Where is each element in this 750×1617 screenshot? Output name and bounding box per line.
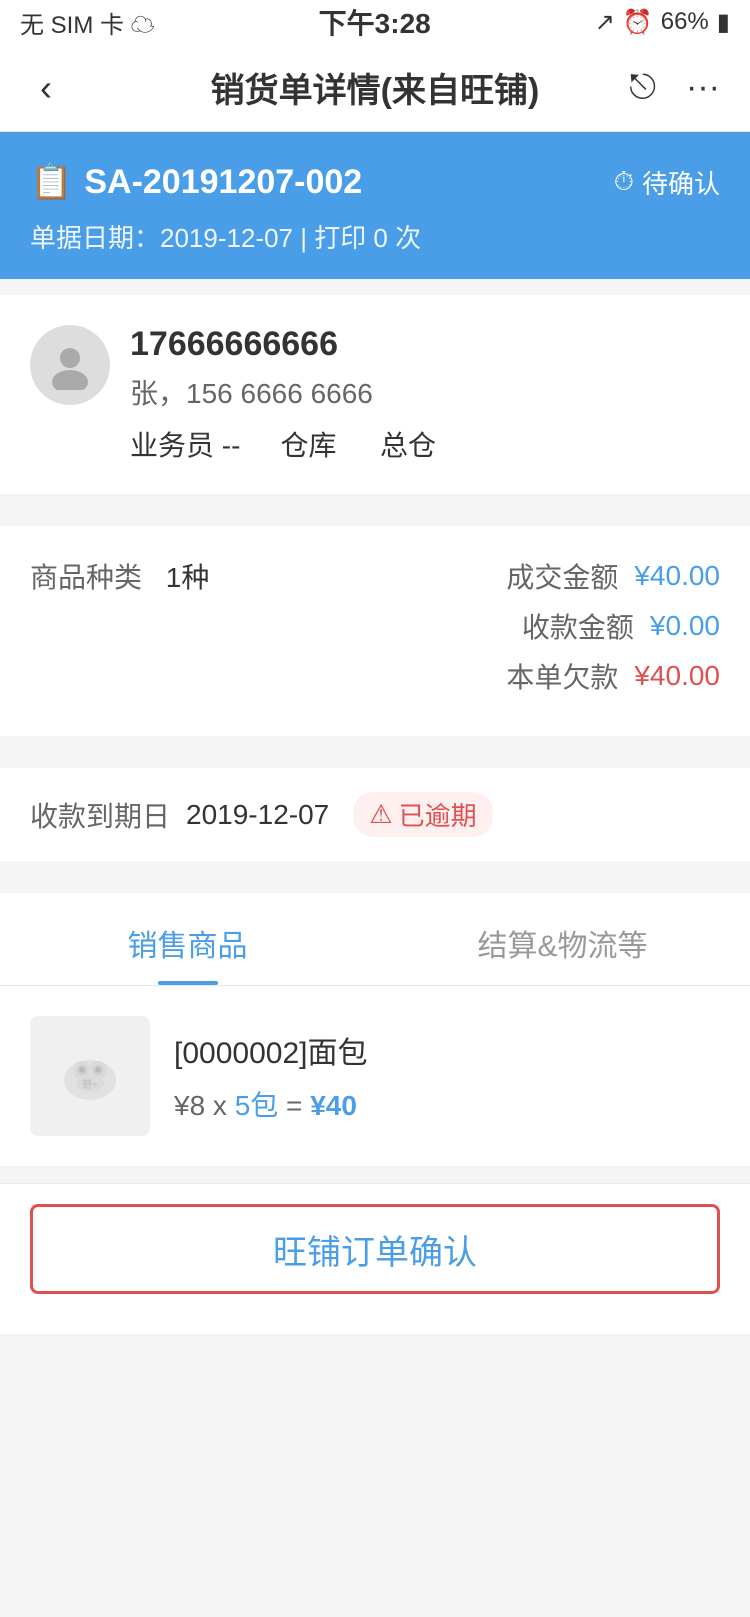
divider-2 [0,510,750,526]
customer-info: 17666666666 张，156 6666 6666 业务员 -- 仓库 总仓 [130,325,720,464]
svg-text:野+: 野+ [82,1079,98,1091]
stats-right: 成交金额 ¥40.00 收款金额 ¥0.00 本单欠款 ¥40.00 [506,556,720,706]
due-date: 2019-12-07 [186,799,329,831]
tabs-section: 销售商品 结算&物流等 野+ [0000002]面包 ¥8 [0,893,750,1167]
customer-meta: 业务员 -- 仓库 总仓 [130,424,720,464]
no-sim-text: 无 SIM 卡 ☁ [20,5,155,40]
order-date: 单据日期：2019-12-07 | 打印 0 次 [30,218,720,255]
due-section: 收款到期日 2019-12-07 ⚠ 已逾期 [0,768,750,861]
battery-icon: ▮ [717,8,730,37]
nav-bar: ‹ 销货单详情(来自旺铺) ⎋ ··· [0,44,750,132]
salesperson-field: 业务员 -- [130,424,240,464]
product-type-value: 1种 [166,562,210,593]
status-time: 下午3:28 [319,2,431,42]
customer-phone: 17666666666 [130,325,720,364]
status-left: 无 SIM 卡 ☁ [20,5,155,40]
stats-left: 商品种类 1种 [30,556,209,596]
trade-amount-value: ¥40.00 [634,560,720,592]
warehouse-field: 仓库 总仓 [280,424,436,464]
avatar [30,325,110,405]
received-label: 收款金额 [522,606,634,646]
divider-4 [0,877,750,893]
received-value: ¥0.00 [650,610,720,642]
avatar-icon [45,340,95,390]
received-row: 收款金额 ¥0.00 [506,606,720,646]
product-price: ¥8 x 5包 = ¥40 [174,1084,720,1124]
order-header: 📋 SA-20191207-002 ⏱ 待确认 单据日期：2019-12-07 … [0,132,750,279]
tab-settlement[interactable]: 结算&物流等 [375,893,750,985]
customer-section: 17666666666 张，156 6666 6666 业务员 -- 仓库 总仓 [0,295,750,494]
more-button[interactable]: ··· [686,68,720,107]
status-bar: 无 SIM 卡 ☁ 下午3:28 ↗ ⏰ 66% ▮ [0,0,750,44]
warning-icon: ⚠ [369,799,392,830]
order-number: 📋 SA-20191207-002 [30,162,362,202]
price-total: ¥40 [310,1090,357,1121]
customer-contact: 张，156 6666 6666 [130,372,720,412]
bottom-spacer [0,1467,750,1617]
location-icon: ↗ [595,8,615,37]
order-type-icon: 📋 [30,162,72,202]
tabs-bar: 销售商品 结算&物流等 [0,893,750,986]
product-logo-icon: 野+ [50,1036,130,1116]
owed-value: ¥40.00 [634,660,720,692]
nav-actions: ⎋ ··· [629,68,720,107]
divider-3 [0,752,750,768]
status-right: ↗ ⏰ 66% ▮ [595,8,730,37]
clock-icon: ⏱ [614,166,634,198]
price-unit: ¥8 x [174,1090,235,1121]
order-header-top: 📋 SA-20191207-002 ⏱ 待确认 [30,162,720,202]
product-details: [0000002]面包 ¥8 x 5包 = ¥40 [174,1028,720,1124]
owed-row: 本单欠款 ¥40.00 [506,656,720,696]
due-label: 收款到期日 [30,795,170,835]
trade-amount-label: 成交金额 [506,556,618,596]
order-status: ⏱ 待确认 [614,164,720,201]
back-button[interactable]: ‹ [30,57,62,119]
stats-row: 商品种类 1种 成交金额 ¥40.00 收款金额 ¥0.00 本单欠款 ¥40.… [30,556,720,706]
page-title: 销货单详情(来自旺铺) [211,63,540,112]
battery-text: 66% [661,8,709,36]
price-qty: 5包 [235,1090,279,1121]
owed-label: 本单欠款 [506,656,618,696]
tab-products[interactable]: 销售商品 [0,893,375,985]
product-thumbnail: 野+ [30,1016,150,1136]
product-item: 野+ [0000002]面包 ¥8 x 5包 = ¥40 [0,986,750,1167]
share-button[interactable]: ⎋ [629,68,656,107]
overdue-badge: ⚠ 已逾期 [353,792,492,837]
alarm-icon: ⏰ [623,8,653,37]
product-name: [0000002]面包 [174,1028,720,1072]
trade-amount-row: 成交金额 ¥40.00 [506,556,720,596]
bottom-bar: 旺铺订单确认 [0,1183,750,1334]
price-equals: = [278,1090,310,1121]
divider-1 [0,279,750,295]
customer-row: 17666666666 张，156 6666 6666 业务员 -- 仓库 总仓 [30,325,720,464]
stats-section: 商品种类 1种 成交金额 ¥40.00 收款金额 ¥0.00 本单欠款 ¥40.… [0,526,750,736]
confirm-order-button[interactable]: 旺铺订单确认 [30,1204,720,1294]
